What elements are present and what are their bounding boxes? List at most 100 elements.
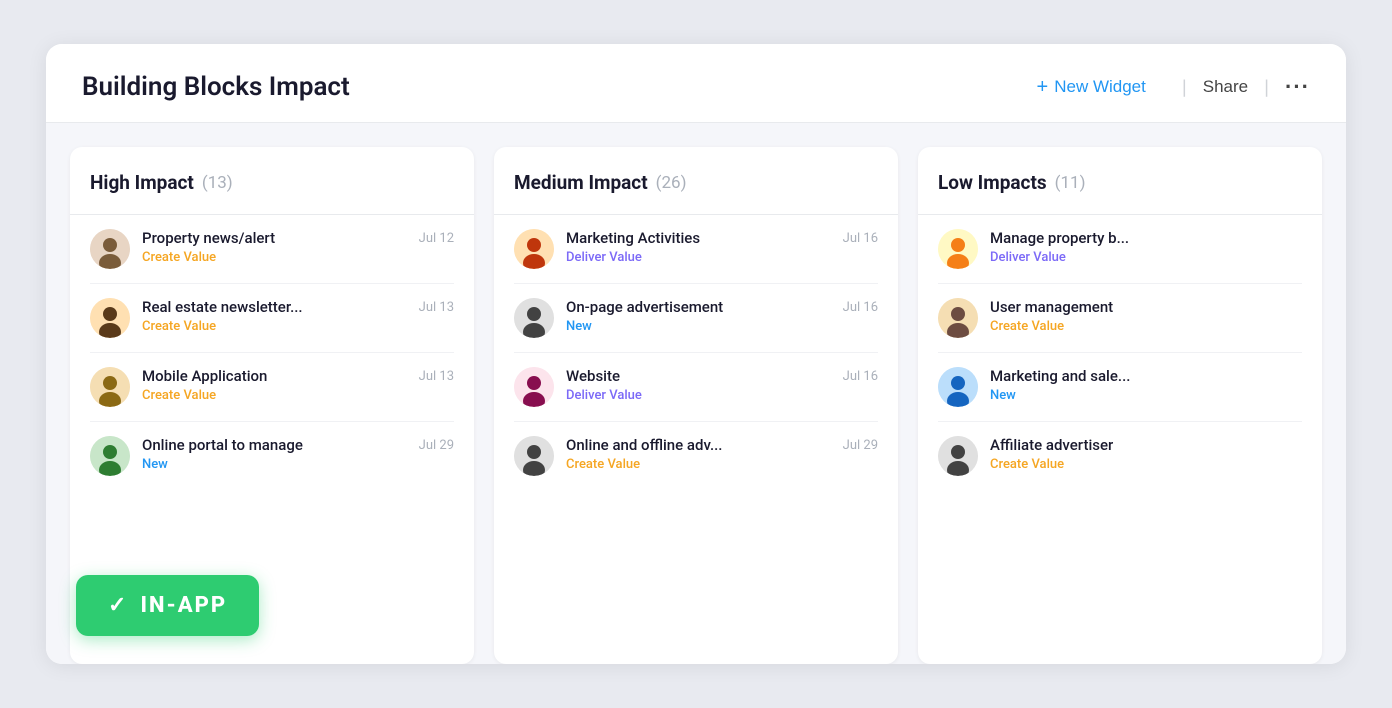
- item-info: Property news/alert Jul 12 Create Value: [142, 229, 454, 265]
- avatar: [938, 436, 978, 476]
- list-item[interactable]: Real estate newsletter... Jul 13 Create Va…: [90, 284, 454, 353]
- avatar: [938, 298, 978, 338]
- item-tag: Create Value: [990, 319, 1302, 334]
- item-info: User management Create Value: [990, 298, 1302, 334]
- item-name: User management: [990, 298, 1113, 316]
- item-tag: Create Value: [142, 250, 454, 265]
- item-row1: User management: [990, 298, 1302, 316]
- share-label: Share: [1203, 77, 1248, 96]
- item-name: Online and offline adv...: [566, 436, 722, 454]
- plus-icon: +: [1037, 76, 1049, 99]
- avatar: [90, 367, 130, 407]
- item-tag: Create Value: [142, 319, 454, 334]
- item-row1: Online portal to manage Jul 29: [142, 436, 454, 454]
- item-row1: Marketing Activities Jul 16: [566, 229, 878, 247]
- item-name: Marketing Activities: [566, 229, 700, 247]
- item-row1: Mobile Application Jul 13: [142, 367, 454, 385]
- more-label: ···: [1285, 74, 1310, 99]
- item-row1: Manage property b...: [990, 229, 1302, 247]
- item-name: Website: [566, 367, 620, 385]
- item-name: Marketing and sale...: [990, 367, 1130, 385]
- item-date: Jul 29: [843, 438, 878, 453]
- item-row1: Marketing and sale...: [990, 367, 1302, 385]
- divider-2: |: [1248, 75, 1285, 99]
- item-name: Online portal to manage: [142, 436, 303, 454]
- item-date: Jul 12: [419, 231, 454, 246]
- avatar: [514, 298, 554, 338]
- avatar: [514, 367, 554, 407]
- item-info: Marketing and sale... New: [990, 367, 1302, 403]
- item-tag: Deliver Value: [566, 388, 878, 403]
- item-row1: Online and offline adv... Jul 29: [566, 436, 878, 454]
- item-date: Jul 16: [843, 231, 878, 246]
- item-name: Property news/alert: [142, 229, 275, 247]
- item-tag: Create Value: [566, 457, 878, 472]
- item-name: Real estate newsletter...: [142, 298, 303, 316]
- column-header-low-impacts: Low Impacts (11): [938, 171, 1302, 194]
- divider-1: |: [1166, 75, 1203, 99]
- item-info: Website Jul 16 Deliver Value: [566, 367, 878, 403]
- item-info: Manage property b... Deliver Value: [990, 229, 1302, 265]
- item-date: Jul 13: [419, 369, 454, 384]
- list-item[interactable]: Affiliate advertiser Create Value: [938, 422, 1302, 490]
- item-tag: New: [990, 388, 1302, 403]
- item-date: Jul 16: [843, 300, 878, 315]
- in-app-label: IN-APP: [140, 593, 227, 618]
- column-header-high-impact: High Impact (13): [90, 171, 454, 194]
- list-item[interactable]: Marketing Activities Jul 16 Deliver Value: [514, 215, 878, 284]
- item-row1: Affiliate advertiser: [990, 436, 1302, 454]
- item-row1: Property news/alert Jul 12: [142, 229, 454, 247]
- item-row1: Website Jul 16: [566, 367, 878, 385]
- item-tag: Deliver Value: [566, 250, 878, 265]
- list-item[interactable]: On-page advertisement Jul 16 New: [514, 284, 878, 353]
- item-row1: On-page advertisement Jul 16: [566, 298, 878, 316]
- avatar: [90, 229, 130, 269]
- item-name: On-page advertisement: [566, 298, 723, 316]
- avatar: [514, 229, 554, 269]
- item-info: Marketing Activities Jul 16 Deliver Value: [566, 229, 878, 265]
- check-icon: ✓: [108, 593, 128, 618]
- list-item[interactable]: Mobile Application Jul 13 Create Value: [90, 353, 454, 422]
- item-name: Manage property b...: [990, 229, 1129, 247]
- page-container: Building Blocks Impact + New Widget | Sh…: [46, 44, 1346, 664]
- column-count-medium-impact: (26): [656, 173, 687, 193]
- item-tag: Deliver Value: [990, 250, 1302, 265]
- avatar: [90, 298, 130, 338]
- in-app-badge: ✓ IN-APP: [76, 575, 259, 636]
- item-date: Jul 16: [843, 369, 878, 384]
- item-date: Jul 29: [419, 438, 454, 453]
- page-title: Building Blocks Impact: [82, 72, 350, 102]
- item-info: On-page advertisement Jul 16 New: [566, 298, 878, 334]
- column-title-medium-impact: Medium Impact: [514, 171, 648, 194]
- item-info: Affiliate advertiser Create Value: [990, 436, 1302, 472]
- column-title-high-impact: High Impact: [90, 171, 194, 194]
- column-count-high-impact: (13): [202, 173, 233, 193]
- item-tag: Create Value: [990, 457, 1302, 472]
- item-row1: Real estate newsletter... Jul 13: [142, 298, 454, 316]
- header-actions: + New Widget | Share | ···: [1037, 74, 1310, 100]
- column-title-low-impacts: Low Impacts: [938, 171, 1047, 194]
- column-header-medium-impact: Medium Impact (26): [514, 171, 878, 194]
- item-info: Mobile Application Jul 13 Create Value: [142, 367, 454, 403]
- item-tag: New: [142, 457, 454, 472]
- list-item[interactable]: Marketing and sale... New: [938, 353, 1302, 422]
- more-button[interactable]: ···: [1285, 74, 1310, 100]
- list-item[interactable]: Online portal to manage Jul 29 New: [90, 422, 454, 490]
- avatar: [514, 436, 554, 476]
- avatar: [938, 229, 978, 269]
- item-info: Online and offline adv... Jul 29 Create Va…: [566, 436, 878, 472]
- new-widget-button[interactable]: + New Widget: [1037, 76, 1166, 99]
- list-item[interactable]: User management Create Value: [938, 284, 1302, 353]
- list-item[interactable]: Online and offline adv... Jul 29 Create Va…: [514, 422, 878, 490]
- item-info: Real estate newsletter... Jul 13 Create Va…: [142, 298, 454, 334]
- item-name: Mobile Application: [142, 367, 267, 385]
- list-item[interactable]: Website Jul 16 Deliver Value: [514, 353, 878, 422]
- column-low-impacts: Low Impacts (11) Manage property b... Deliv…: [918, 147, 1322, 664]
- item-tag: New: [566, 319, 878, 334]
- column-count-low-impacts: (11): [1055, 173, 1086, 193]
- share-button[interactable]: Share: [1203, 77, 1248, 97]
- list-item[interactable]: Manage property b... Deliver Value: [938, 215, 1302, 284]
- item-tag: Create Value: [142, 388, 454, 403]
- list-item[interactable]: Property news/alert Jul 12 Create Value: [90, 215, 454, 284]
- item-date: Jul 13: [419, 300, 454, 315]
